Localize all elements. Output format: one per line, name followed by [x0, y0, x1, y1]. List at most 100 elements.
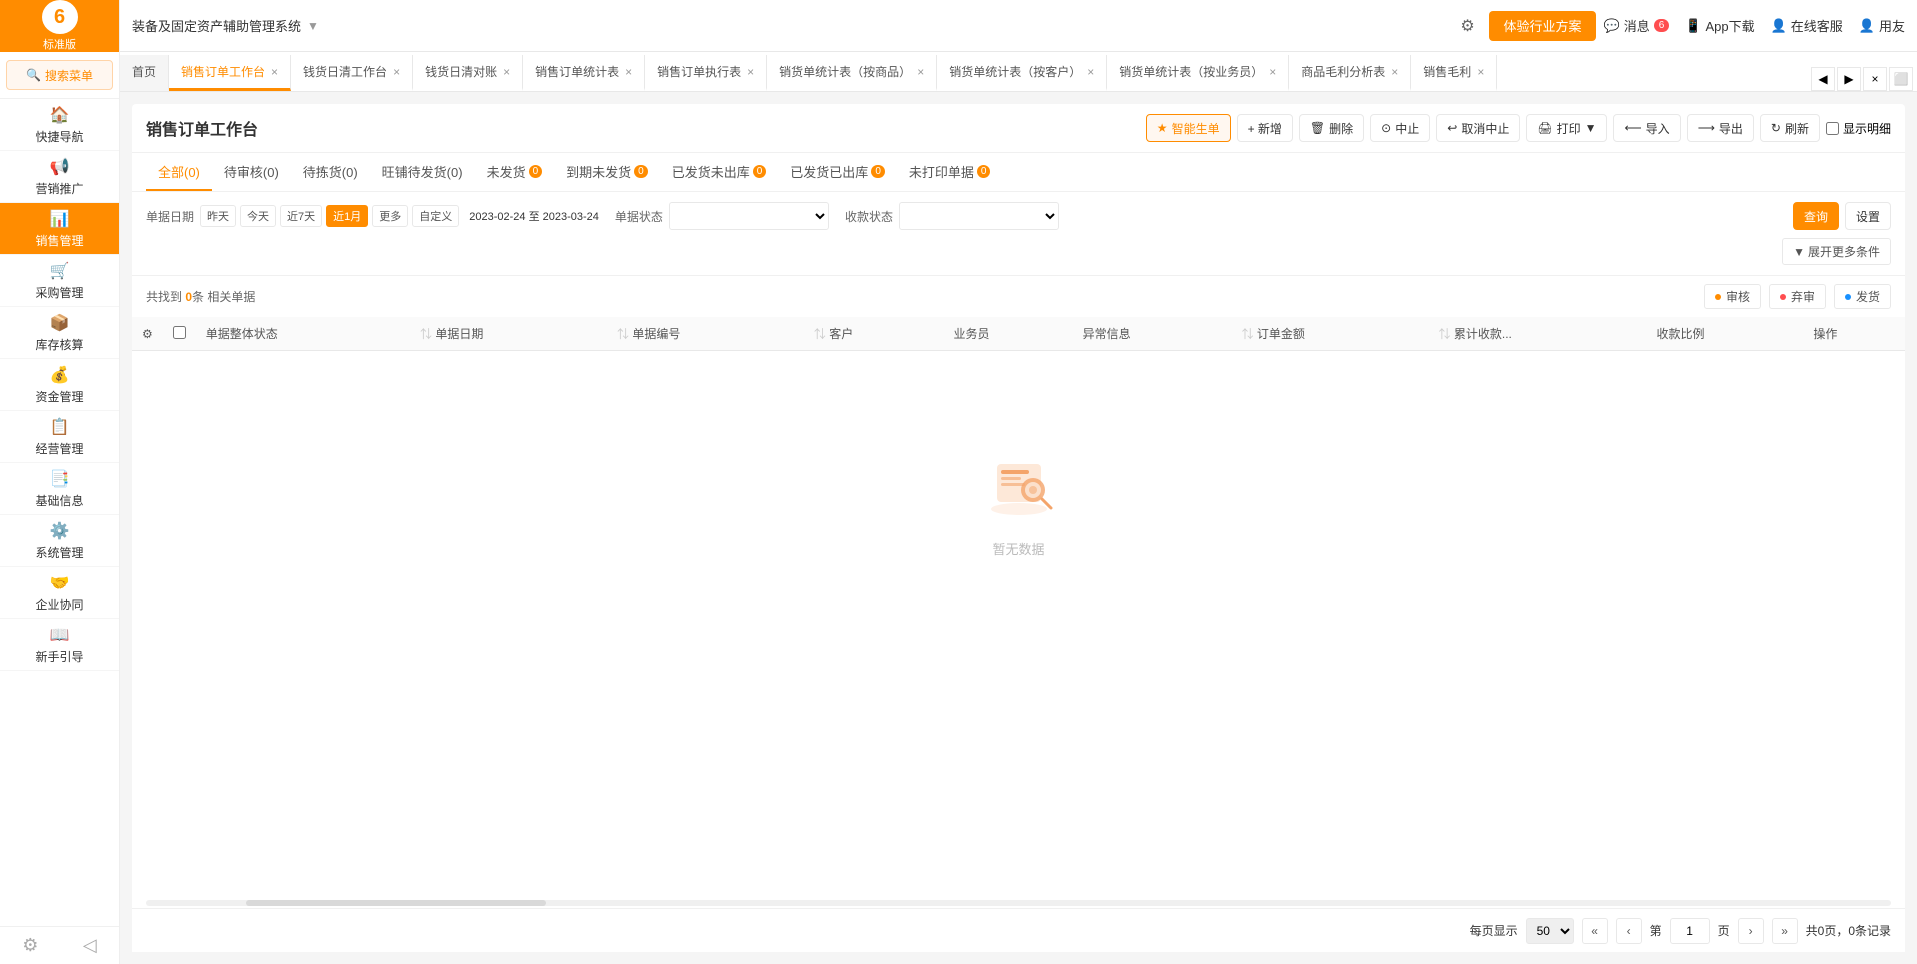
- ship-action-button[interactable]: 发货: [1834, 284, 1891, 309]
- date-btn-custom[interactable]: 自定义: [412, 205, 459, 227]
- date-btn-1month[interactable]: 近1月: [326, 205, 368, 227]
- sidebar-item-guide[interactable]: 📖 新手引导: [0, 619, 119, 671]
- table-scroll-area[interactable]: ⚙ 单据整体状态 ⇅ 单据日期: [132, 317, 1905, 898]
- sidebar-item-inventory[interactable]: 📦 库存核算: [0, 307, 119, 359]
- date-btn-today[interactable]: 今天: [240, 205, 276, 227]
- status-filter-select[interactable]: [669, 202, 829, 230]
- tab-sales-order-workbench[interactable]: 销售订单工作台 ×: [169, 55, 291, 91]
- sub-tab-all[interactable]: 全部(0): [146, 153, 212, 191]
- settings-bottom-icon[interactable]: ⚙: [22, 935, 38, 956]
- sub-tab-overdue[interactable]: 到期未发货 0: [554, 153, 660, 191]
- tab-sales-stats-customer[interactable]: 销货单统计表（按客户） ×: [937, 55, 1107, 91]
- sub-tab-wangpu[interactable]: 旺铺待发货(0): [370, 153, 475, 191]
- sidebar-item-marketing[interactable]: 📢 营销推广: [0, 151, 119, 203]
- message-button[interactable]: 💬 消息 6: [1604, 16, 1670, 35]
- gear-button[interactable]: ⚙: [1453, 12, 1481, 40]
- cancel-review-action-label: 弃审: [1791, 288, 1815, 305]
- payment-filter-select[interactable]: [899, 202, 1059, 230]
- tab-home[interactable]: 首页: [120, 55, 169, 91]
- sidebar-item-system[interactable]: ⚙️ 系统管理: [0, 515, 119, 567]
- tab-close-all-button[interactable]: ×: [1863, 67, 1887, 91]
- sub-tab-pending-pickup[interactable]: 待拣货(0): [291, 153, 370, 191]
- tab-sales-order-exec[interactable]: 销售订单执行表 ×: [645, 55, 767, 91]
- tab-product-margin-close[interactable]: ×: [1391, 65, 1398, 79]
- smart-create-button[interactable]: ★ 智能生单: [1146, 114, 1231, 142]
- tab-sales-stats-product-close[interactable]: ×: [917, 65, 924, 79]
- th-status[interactable]: 单据整体状态: [196, 317, 408, 351]
- search-menu-button[interactable]: 🔍 搜索菜单: [6, 60, 113, 90]
- stop-button[interactable]: ⊙ 中止: [1370, 114, 1430, 142]
- tab-product-margin[interactable]: 商品毛利分析表 ×: [1289, 55, 1411, 91]
- scrollbar-thumb[interactable]: [246, 900, 546, 906]
- delete-button[interactable]: 🗑 删除: [1299, 114, 1364, 142]
- th-customer[interactable]: ⇅ 客户: [802, 317, 944, 351]
- date-btn-more[interactable]: 更多: [372, 205, 408, 227]
- sidebar-item-sales[interactable]: 📊 销售管理: [0, 203, 119, 255]
- th-operations: 操作: [1803, 317, 1905, 351]
- tab-sales-order-workbench-close[interactable]: ×: [271, 65, 278, 79]
- th-collected[interactable]: ⇅ 累计收款...: [1427, 317, 1647, 351]
- page-size-select[interactable]: 50: [1526, 918, 1574, 944]
- review-action-button[interactable]: 审核: [1704, 284, 1761, 309]
- tab-sales-order-stats-close[interactable]: ×: [625, 65, 632, 79]
- tab-next-button[interactable]: ▶: [1837, 67, 1861, 91]
- sidebar-item-purchase[interactable]: 🛒 采购管理: [0, 255, 119, 307]
- tab-sales-profit-close[interactable]: ×: [1477, 65, 1484, 79]
- tab-sales-stats-product[interactable]: 销货单统计表（按商品） ×: [767, 55, 937, 91]
- expand-more-button[interactable]: ▼ 展开更多条件: [1782, 238, 1891, 265]
- online-service-button[interactable]: 👤 在线客服: [1771, 16, 1843, 35]
- sub-tab-pending-review[interactable]: 待审核(0): [212, 153, 291, 191]
- app-download-button[interactable]: 📱 App下载: [1685, 16, 1754, 35]
- logo-text: 标准版: [43, 36, 76, 52]
- page-number-input[interactable]: [1670, 918, 1710, 944]
- tab-prev-button[interactable]: ◀: [1811, 67, 1835, 91]
- sub-tab-shipped-not-in[interactable]: 已发货未出库 0: [660, 153, 779, 191]
- tab-sales-order-exec-close[interactable]: ×: [747, 65, 754, 79]
- tab-maximize-button[interactable]: ⬜: [1889, 67, 1913, 91]
- tab-sales-stats-customer-close[interactable]: ×: [1087, 65, 1094, 79]
- tab-sales-stats-staff[interactable]: 销货单统计表（按业务员） ×: [1107, 55, 1289, 91]
- show-detail-checkbox-label[interactable]: 显示明细: [1826, 120, 1891, 137]
- tab-sales-stats-staff-close[interactable]: ×: [1269, 65, 1276, 79]
- sidebar-item-basic-info[interactable]: 📑 基础信息: [0, 463, 119, 515]
- tab-cash-daily[interactable]: 钱货日清工作台 ×: [291, 55, 413, 91]
- tab-cash-reconcile-close[interactable]: ×: [503, 65, 510, 79]
- add-button[interactable]: + 新增: [1237, 114, 1293, 142]
- tab-sales-profit[interactable]: 销售毛利 ×: [1411, 55, 1497, 91]
- sidebar-item-operation[interactable]: 📋 经营管理: [0, 411, 119, 463]
- page-last-button[interactable]: »: [1772, 918, 1798, 944]
- sub-tab-unshipped[interactable]: 未发货 0: [475, 153, 555, 191]
- query-button[interactable]: 查询: [1793, 202, 1839, 230]
- tab-sales-order-stats[interactable]: 销售订单统计表 ×: [523, 55, 645, 91]
- collapse-icon[interactable]: ◁: [83, 935, 97, 956]
- th-amount[interactable]: ⇅ 订单金额: [1230, 317, 1427, 351]
- sub-tab-shipped-in[interactable]: 已发货已出库 0: [778, 153, 897, 191]
- th-date[interactable]: ⇅ 单据日期: [408, 317, 605, 351]
- sidebar-item-quick-nav[interactable]: 🏠 快捷导航: [0, 99, 119, 151]
- refresh-button[interactable]: ↻ 刷新: [1760, 114, 1820, 142]
- show-detail-checkbox[interactable]: [1826, 122, 1839, 135]
- sidebar-item-enterprise[interactable]: 🤝 企业协同: [0, 567, 119, 619]
- tab-cash-daily-close[interactable]: ×: [393, 65, 400, 79]
- page-first-button[interactable]: «: [1582, 918, 1608, 944]
- table-right-actions: 审核 弃审 发货: [1704, 284, 1891, 309]
- tab-cash-reconcile[interactable]: 钱货日清对账 ×: [413, 55, 523, 91]
- print-button[interactable]: 🖨 打印 ▼: [1526, 114, 1607, 142]
- sub-tab-unprinted[interactable]: 未打印单据 0: [897, 153, 1003, 191]
- export-button[interactable]: ⟶ 导出: [1687, 114, 1754, 142]
- page-next-button[interactable]: ›: [1738, 918, 1764, 944]
- sidebar-item-finance[interactable]: 💰 资金管理: [0, 359, 119, 411]
- user-menu-button[interactable]: 👤 用友: [1859, 16, 1905, 35]
- sidebar-search-area: 🔍 搜索菜单: [0, 52, 119, 99]
- cancel-review-action-button[interactable]: 弃审: [1769, 284, 1826, 309]
- date-btn-7days[interactable]: 近7天: [280, 205, 322, 227]
- settings-btn[interactable]: 设置: [1845, 202, 1891, 230]
- date-btn-yesterday[interactable]: 昨天: [200, 205, 236, 227]
- select-all-checkbox[interactable]: [173, 326, 186, 339]
- th-number[interactable]: ⇅ 单据编号: [605, 317, 802, 351]
- scrollbar-area[interactable]: [132, 898, 1905, 908]
- industry-solution-button[interactable]: 体验行业方案: [1489, 11, 1595, 41]
- import-button[interactable]: ⟵ 导入: [1613, 114, 1680, 142]
- page-prev-button[interactable]: ‹: [1616, 918, 1642, 944]
- cancel-stop-button[interactable]: ↩ 取消中止: [1436, 114, 1520, 142]
